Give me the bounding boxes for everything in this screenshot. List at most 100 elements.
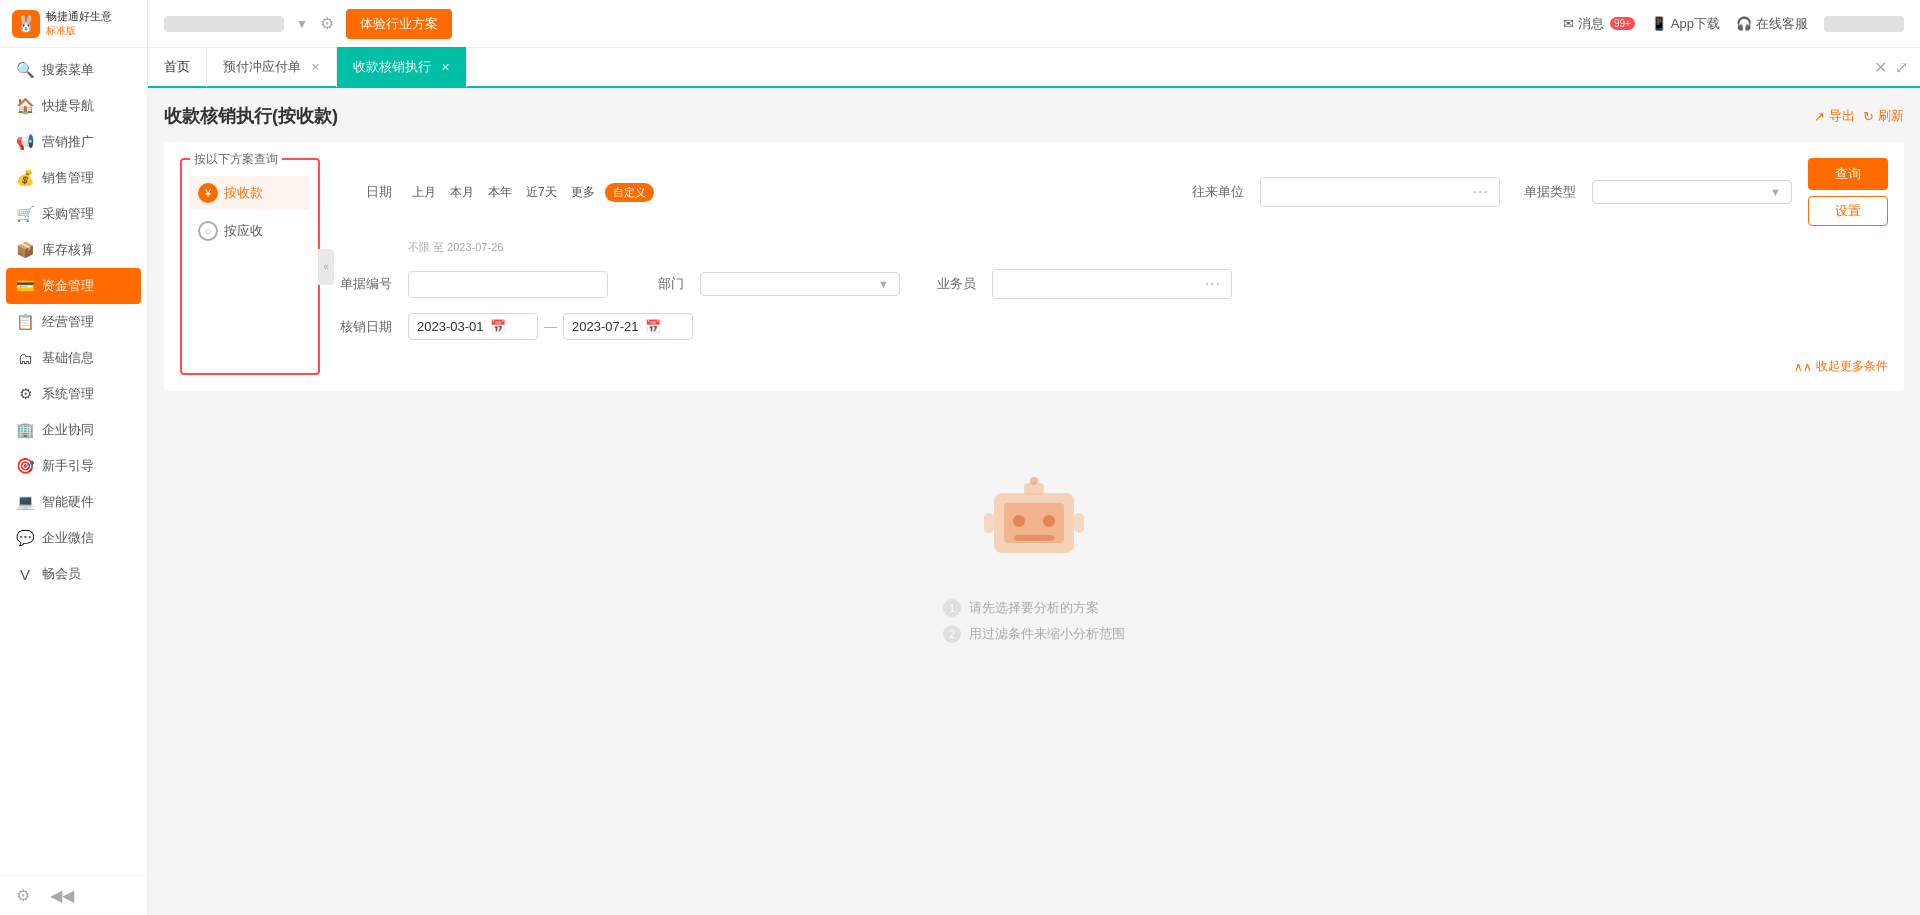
filter-scheme-title: 按以下方案查询 <box>190 151 282 168</box>
empty-hints: 1 请先选择要分析的方案 2 用过滤条件来缩小分析范围 <box>943 599 1125 643</box>
sidebar-item-wechat[interactable]: 💬 企业微信 <box>0 520 147 556</box>
writeoff-date-label: 核销日期 <box>332 318 392 336</box>
svg-rect-7 <box>984 513 994 533</box>
guide-icon: 🎯 <box>16 457 34 475</box>
setting-button[interactable]: 设置 <box>1808 196 1888 226</box>
sales-icon: 💰 <box>16 169 34 187</box>
maximize-icon[interactable]: ⤢ <box>1895 58 1908 77</box>
date-hint-row: 不限 至 2023-07-26 <box>332 240 1888 255</box>
sidebar-nav: 🔍 搜索菜单 🏠 快捷导航 📢 营销推广 💰 销售管理 🛒 采购管理 📦 库存核… <box>0 48 147 875</box>
calendar-end-icon: 📅 <box>645 319 661 334</box>
sidebar-item-member[interactable]: V 畅会员 <box>0 556 147 592</box>
logo-icon: 🐰 <box>12 10 40 38</box>
page-actions: ↗ 导出 ↻ 刷新 <box>1814 107 1904 125</box>
bill-no-label: 单据编号 <box>332 275 392 293</box>
user-company-name <box>164 16 284 32</box>
empty-illustration <box>974 463 1094 583</box>
export-button[interactable]: ↗ 导出 <box>1814 107 1855 125</box>
staff-select[interactable]: ··· <box>992 269 1232 299</box>
sidebar-item-inventory[interactable]: 📦 库存核算 <box>0 232 147 268</box>
bill-type-select[interactable]: ▼ <box>1592 180 1792 204</box>
content-area: 收款核销执行(按收款) ↗ 导出 ↻ 刷新 按以下方案查询 ¥ 按收款 <box>148 88 1920 915</box>
system-icon: ⚙ <box>16 385 34 403</box>
message-icon: ✉ <box>1563 16 1574 31</box>
sidebar-item-system[interactable]: ⚙ 系统管理 <box>0 376 147 412</box>
home-icon: 🏠 <box>16 97 34 115</box>
logo-sub: 标准版 <box>46 24 112 38</box>
user-name <box>1824 16 1904 32</box>
writeoff-date-end-input[interactable]: 2023-07-21 📅 <box>563 313 693 340</box>
tabbar-actions: ✕ ⤢ <box>1874 58 1920 77</box>
enterprise-icon: 🏢 <box>16 421 34 439</box>
dept-select[interactable]: ▼ <box>700 272 900 296</box>
staff-label: 业务员 <box>916 275 976 293</box>
sidebar-item-hardware[interactable]: 💻 智能硬件 <box>0 484 147 520</box>
this-month-btn[interactable]: 本月 <box>446 182 478 203</box>
phone-icon: 📱 <box>1651 16 1667 31</box>
date-quick-buttons: 上月 本月 本年 近7天 更多 自定义 <box>408 182 654 203</box>
message-item[interactable]: ✉ 消息 99+ <box>1563 15 1635 33</box>
receipt-scheme-icon: ¥ <box>198 183 218 203</box>
gear-icon[interactable]: ⚙ <box>320 14 334 33</box>
filter-row-3: 核销日期 2023-03-01 📅 — 2023-07-21 📅 <box>332 313 1888 340</box>
tab-writeoff[interactable]: 收款核销执行 ✕ <box>337 47 467 87</box>
staff-more-icon: ··· <box>1205 275 1221 293</box>
filter-option-by-receivable[interactable]: ○ 按应收 <box>190 214 310 248</box>
calendar-start-icon: 📅 <box>490 319 506 334</box>
online-service-item[interactable]: 🎧 在线客服 <box>1736 15 1808 33</box>
sidebar-item-management[interactable]: 📋 经营管理 <box>0 304 147 340</box>
finance-icon: 💳 <box>16 277 34 295</box>
industry-plan-button[interactable]: 体验行业方案 <box>346 9 452 39</box>
custom-date-tag[interactable]: 自定义 <box>605 183 654 202</box>
tab-home[interactable]: 首页 <box>148 47 207 87</box>
dropdown-arrow-icon[interactable]: ▼ <box>296 17 308 31</box>
sidebar-bottom: ⚙ ◀◀ <box>0 875 147 915</box>
counterpart-select[interactable]: ··· <box>1260 177 1500 207</box>
date-hint-text: 不限 至 2023-07-26 <box>408 240 503 255</box>
refresh-button[interactable]: ↻ 刷新 <box>1863 107 1904 125</box>
headset-icon: 🎧 <box>1736 16 1752 31</box>
close-all-tabs-icon[interactable]: ✕ <box>1874 58 1887 77</box>
sidebar-item-purchase[interactable]: 🛒 采购管理 <box>0 196 147 232</box>
basic-info-icon: 🗂 <box>16 350 34 367</box>
hint-num-1: 1 <box>943 599 961 617</box>
tabbar: 首页 预付冲应付单 ✕ 收款核销执行 ✕ ✕ ⤢ <box>148 48 1920 88</box>
collapse-sidebar-icon[interactable]: ◀◀ <box>50 886 74 905</box>
writeoff-date-start-input[interactable]: 2023-03-01 📅 <box>408 313 538 340</box>
close-prepay-tab-icon[interactable]: ✕ <box>311 61 320 74</box>
sidebar-item-search[interactable]: 🔍 搜索菜单 <box>0 52 147 88</box>
sidebar-item-finance[interactable]: 💳 资金管理 <box>6 268 141 304</box>
app-download-item[interactable]: 📱 App下载 <box>1651 15 1720 33</box>
search-icon: 🔍 <box>16 61 34 79</box>
more-date-btn[interactable]: 更多 <box>567 182 599 203</box>
svg-point-6 <box>1030 477 1038 485</box>
bill-type-label: 单据类型 <box>1516 183 1576 201</box>
filter-option-by-receipt[interactable]: ¥ 按收款 <box>190 176 310 210</box>
last-month-btn[interactable]: 上月 <box>408 182 440 203</box>
dept-label: 部门 <box>624 275 684 293</box>
last-7days-btn[interactable]: 近7天 <box>522 182 561 203</box>
date-label: 日期 <box>332 183 392 201</box>
collapse-filter-left-button[interactable]: « <box>318 249 334 285</box>
sidebar-item-sales[interactable]: 💰 销售管理 <box>0 160 147 196</box>
sidebar-item-quicknav[interactable]: 🏠 快捷导航 <box>0 88 147 124</box>
bill-type-chevron-icon: ▼ <box>1770 186 1781 198</box>
sidebar-item-guide[interactable]: 🎯 新手引导 <box>0 448 147 484</box>
topbar-right: ✉ 消息 99+ 📱 App下载 🎧 在线客服 <box>1563 15 1904 33</box>
sidebar-item-enterprise[interactable]: 🏢 企业协同 <box>0 412 147 448</box>
this-year-btn[interactable]: 本年 <box>484 182 516 203</box>
sidebar-item-marketing[interactable]: 📢 营销推广 <box>0 124 147 160</box>
main-area: ▼ ⚙ 体验行业方案 ✉ 消息 99+ 📱 App下载 🎧 在线客服 首页 <box>148 0 1920 915</box>
inventory-icon: 📦 <box>16 241 34 259</box>
close-writeoff-tab-icon[interactable]: ✕ <box>441 61 450 74</box>
wechat-icon: 💬 <box>16 529 34 547</box>
filter-conditions: 日期 上月 本月 本年 近7天 更多 自定义 往来单位 ··· <box>332 158 1888 375</box>
sidebar-item-basic-info[interactable]: 🗂 基础信息 <box>0 340 147 376</box>
svg-rect-4 <box>1014 535 1054 541</box>
tab-prepay[interactable]: 预付冲应付单 ✕ <box>207 47 337 87</box>
collapse-more-button[interactable]: ∧∧ 收起更多条件 <box>332 358 1888 375</box>
query-button[interactable]: 查询 <box>1808 158 1888 190</box>
filter-scheme-panel: 按以下方案查询 ¥ 按收款 ○ 按应收 « <box>180 158 320 375</box>
settings-bottom-icon[interactable]: ⚙ <box>16 886 30 905</box>
bill-no-input[interactable] <box>408 271 608 298</box>
